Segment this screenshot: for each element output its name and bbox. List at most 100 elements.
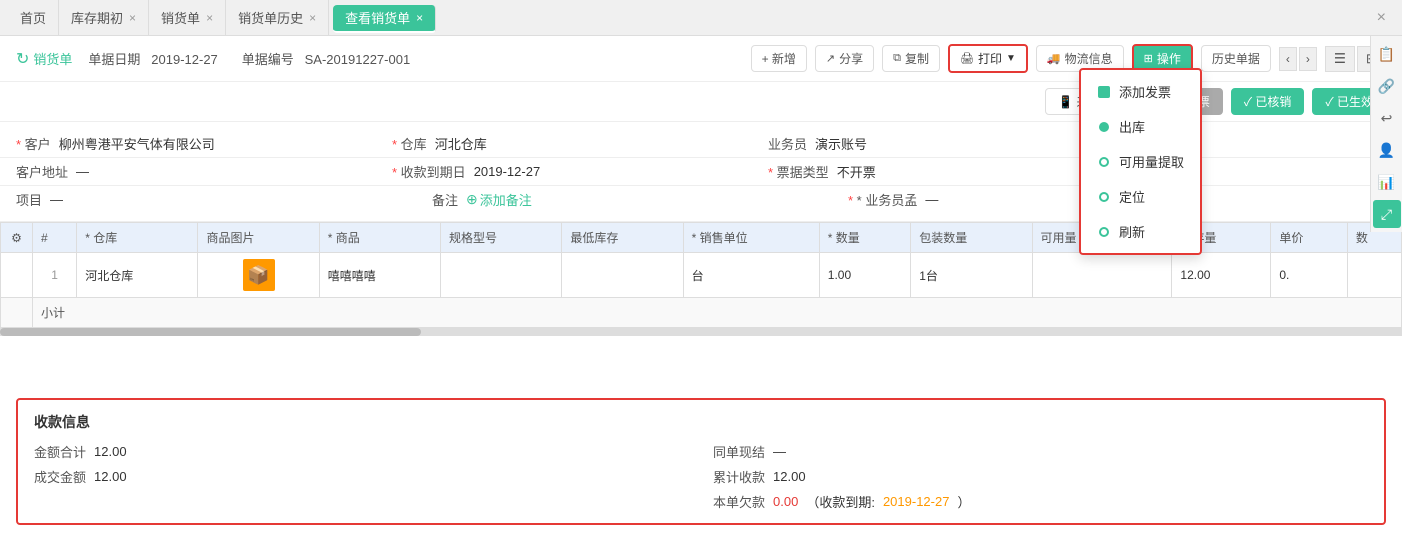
payment-title: 收款信息 (34, 412, 1368, 432)
col-min-stock: 最低库存 (562, 223, 683, 253)
tab-inventory-label: 库存期初 (71, 8, 123, 27)
scroll-thumb[interactable] (0, 328, 421, 336)
new-button[interactable]: + 新增 (751, 45, 807, 72)
payment-date-row: 收款到期日 2019-12-27 (392, 162, 672, 181)
available-qty-icon (1097, 155, 1111, 169)
view-list[interactable]: ☰ (1325, 46, 1355, 72)
amount-total-label: 金额合计 (34, 442, 86, 461)
customer-label: 客户 (16, 134, 51, 153)
tab-view-close[interactable]: × (416, 11, 423, 25)
tab-inventory-close[interactable]: × (129, 11, 136, 25)
subtotal-gear (1, 298, 33, 328)
tab-sales-close[interactable]: × (206, 11, 213, 25)
table-row: 1 河北仓库 📦 嘻嘻嘻嘻 台 1.00 1台 12.00 0. (1, 253, 1402, 298)
sidebar-icon-5[interactable]: 📊 (1373, 168, 1401, 196)
dropdown-outbound[interactable]: 出库 (1081, 109, 1200, 144)
due-date-suffix: ） (957, 492, 970, 511)
doc-meta: 单据日期 2019-12-27 单据编号 SA-20191227-001 (88, 49, 410, 68)
transaction-label: 成交金额 (34, 467, 86, 486)
project-row: 项目 — (16, 190, 296, 209)
payment-section: 收款信息 金额合计 12.00 成交金额 12.00 同单现结 — 累计收款 (16, 398, 1386, 525)
warehouse-row: 仓库 河北仓库 (392, 134, 672, 153)
outbound-label: 出库 (1119, 117, 1145, 136)
col-qty: * 数量 (819, 223, 910, 253)
col-img: 商品图片 (198, 223, 319, 253)
history-button[interactable]: 历史单据 (1201, 45, 1271, 72)
cell-warehouse: 河北仓库 (77, 253, 198, 298)
sidebar-icon-6[interactable]: ⤢ (1373, 200, 1401, 228)
doc-actions: + 新增 ↗ 分享 ⧉ 复制 🖨 打印 ▼ 🚚 物流信息 ⊞ 操作 (751, 44, 1386, 73)
address-label: 客户地址 (16, 162, 68, 181)
cumulative-row: 累计收款 12.00 (713, 467, 1368, 486)
nav-prev[interactable]: ‹ (1279, 47, 1297, 71)
amount-total-value: 12.00 (94, 444, 127, 459)
ticket-type-value: 不开票 (837, 162, 876, 181)
add-note-button[interactable]: ⊕ 添加备注 (466, 190, 532, 209)
sales-staff-label: * 业务员孟 (848, 190, 917, 209)
col-spec: 规格型号 (441, 223, 562, 253)
cell-num: 1 (33, 253, 77, 298)
warehouse-label: 仓库 (392, 134, 427, 153)
col-warehouse: * 仓库 (77, 223, 198, 253)
project-value: — (50, 192, 63, 207)
confirm-button[interactable]: ✓ 已核销 (1231, 88, 1305, 115)
payment-left: 金额合计 12.00 成交金额 12.00 (34, 442, 689, 511)
address-value: — (76, 164, 89, 179)
staff-value: 演示账号 (815, 134, 867, 153)
add-invoice-label: 添加发票 (1119, 82, 1171, 101)
scrollbar[interactable] (0, 328, 1402, 336)
sidebar-icon-3[interactable]: ↩ (1373, 104, 1401, 132)
right-sidebar: 📋 🔗 ↩ 👤 📊 ⤢ (1370, 36, 1402, 232)
staff-label: 业务员 (768, 134, 807, 153)
tab-home[interactable]: 首页 (8, 0, 59, 35)
col-unit: * 销售单位 (683, 223, 819, 253)
dropdown-refresh[interactable]: 刷新 (1081, 214, 1200, 249)
dropdown-available-qty[interactable]: 可用量提取 (1081, 144, 1200, 179)
cell-current-stock: 12.00 (1172, 253, 1271, 298)
cell-min-stock (562, 253, 683, 298)
customer-row: 客户 柳州粤港平安气体有限公司 (16, 134, 296, 153)
cumulative-label: 累计收款 (713, 467, 765, 486)
tab-view-sales[interactable]: 查看销货单 × (333, 5, 436, 33)
doc-type-badge: ↻ 销货单 (16, 49, 72, 69)
cell-extra (1347, 253, 1401, 298)
note-row: 备注 ⊕ 添加备注 (432, 190, 712, 209)
locate-label: 定位 (1119, 187, 1145, 206)
payment-grid: 金额合计 12.00 成交金额 12.00 同单现结 — 累计收款 12.00 (34, 442, 1368, 511)
cell-spec (441, 253, 562, 298)
same-bill-value: — (773, 444, 786, 459)
address-row: 客户地址 — (16, 162, 296, 181)
tab-sales-history[interactable]: 销货单历史 × (226, 0, 329, 35)
global-close-button[interactable]: × (1369, 9, 1394, 27)
dropdown-add-invoice[interactable]: 添加发票 (1081, 74, 1200, 109)
transaction-value: 12.00 (94, 469, 127, 484)
doc-type-label: 销货单 (33, 49, 72, 68)
share-button[interactable]: ↗ 分享 (815, 45, 874, 72)
ticket-type-label: 票据类型 (768, 162, 829, 181)
nav-arrows: ‹ › (1279, 47, 1317, 71)
cell-gear (1, 253, 33, 298)
print-button[interactable]: 🖨 打印 ▼ (948, 44, 1028, 73)
warehouse-value: 河北仓库 (435, 134, 487, 153)
project-label: 项目 (16, 190, 42, 209)
number-label: 单据编号 SA-20191227-001 (242, 49, 410, 68)
cumulative-value: 12.00 (773, 469, 806, 484)
sidebar-icon-2[interactable]: 🔗 (1373, 72, 1401, 100)
tab-view-label: 查看销货单 (345, 8, 410, 27)
add-invoice-icon (1097, 85, 1111, 99)
copy-button[interactable]: ⧉ 复制 (882, 45, 940, 72)
outbound-icon (1097, 120, 1111, 134)
dropdown-locate[interactable]: 定位 (1081, 179, 1200, 214)
tab-history-close[interactable]: × (309, 11, 316, 25)
tab-inventory-init[interactable]: 库存期初 × (59, 0, 149, 35)
col-gear: ⚙ (1, 223, 33, 253)
cell-price: 0. (1271, 253, 1348, 298)
payment-date-label: 收款到期日 (392, 162, 466, 181)
tab-sales-order[interactable]: 销货单 × (149, 0, 226, 35)
sidebar-icon-4[interactable]: 👤 (1373, 136, 1401, 164)
debt-row: 本单欠款 0.00 （收款到期: 2019-12-27 ） (713, 492, 1368, 511)
dropdown-menu: 添加发票 出库 可用量提取 定位 刷新 (1079, 68, 1202, 255)
sidebar-icon-1[interactable]: 📋 (1373, 40, 1401, 68)
nav-next[interactable]: › (1299, 47, 1317, 71)
col-price: 单价 (1271, 223, 1348, 253)
